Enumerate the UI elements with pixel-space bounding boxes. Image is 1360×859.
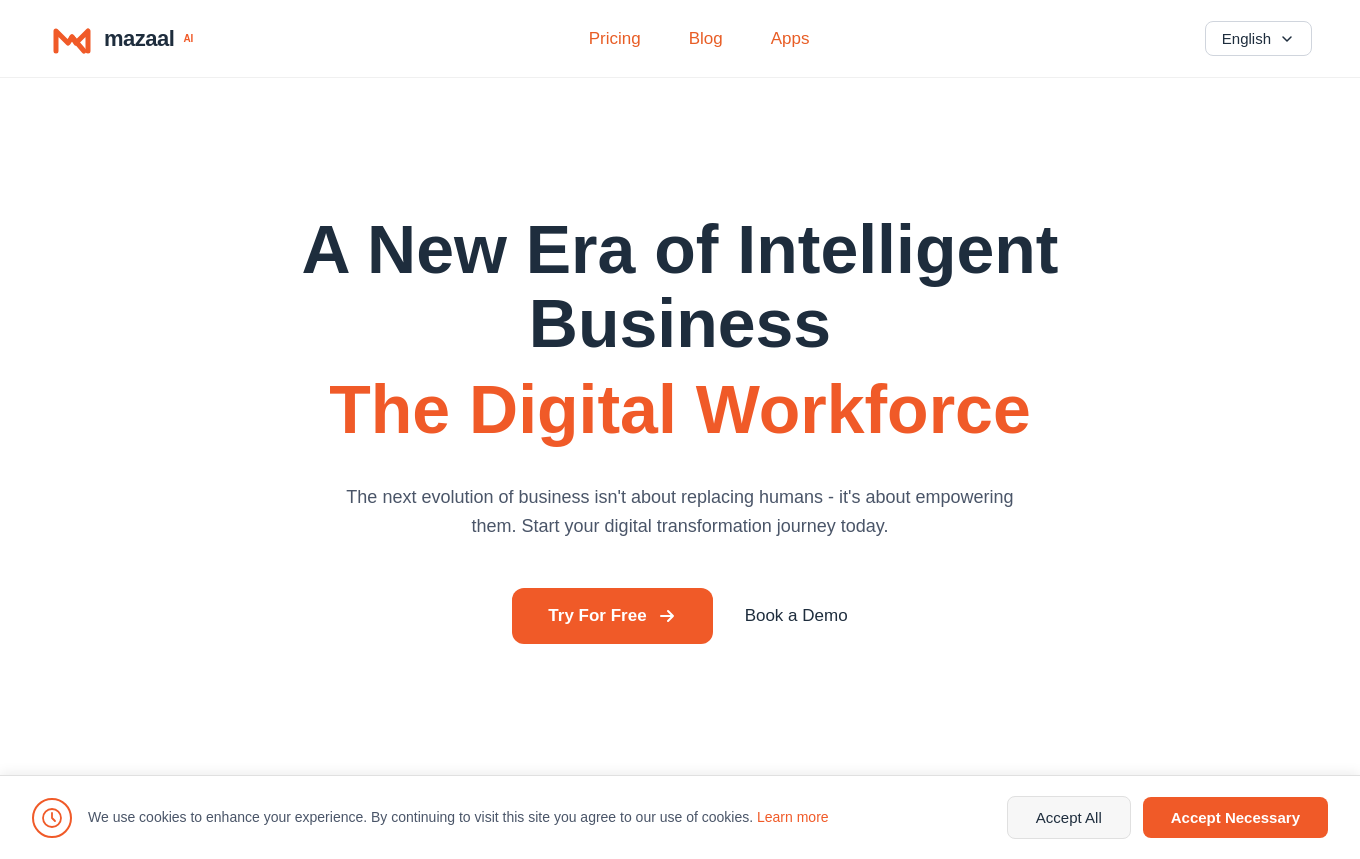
clock-icon <box>41 807 63 829</box>
language-selector[interactable]: English <box>1205 21 1312 56</box>
cookie-actions: Accept All Accept Necessary <box>1007 796 1328 839</box>
try-for-free-button[interactable]: Try For Free <box>512 588 712 644</box>
arrow-right-icon <box>657 606 677 626</box>
nav-pricing[interactable]: Pricing <box>589 29 641 49</box>
cookie-message-text: We use cookies to enhance your experienc… <box>88 809 753 825</box>
cookie-banner: We use cookies to enhance your experienc… <box>0 775 1360 859</box>
brand-name: mazaal <box>104 26 174 52</box>
hero-subtitle: The next evolution of business isn't abo… <box>340 483 1020 541</box>
hero-title-line2: The Digital Workforce <box>329 369 1031 451</box>
accept-necessary-button[interactable]: Accept Necessary <box>1143 797 1328 838</box>
cookie-message: We use cookies to enhance your experienc… <box>88 807 829 828</box>
chevron-down-icon <box>1279 31 1295 47</box>
cookie-learn-more-link[interactable]: Learn more <box>757 809 829 825</box>
hero-title-line1: A New Era of Intelligent Business <box>230 212 1130 362</box>
brand-ai: AI <box>183 33 193 44</box>
nav-blog[interactable]: Blog <box>689 29 723 49</box>
main-nav: Pricing Blog Apps <box>589 29 810 49</box>
language-label: English <box>1222 30 1271 47</box>
cookie-icon <box>32 798 72 838</box>
hero-cta-group: Try For Free Book a Demo <box>512 588 847 644</box>
book-demo-button[interactable]: Book a Demo <box>745 606 848 626</box>
try-for-free-label: Try For Free <box>548 606 646 626</box>
site-header: mazaal AI Pricing Blog Apps English <box>0 0 1360 78</box>
logo[interactable]: mazaal AI <box>48 15 193 63</box>
nav-apps[interactable]: Apps <box>771 29 810 49</box>
hero-section: A New Era of Intelligent Business The Di… <box>0 78 1360 758</box>
cookie-left-area: We use cookies to enhance your experienc… <box>32 798 983 838</box>
learn-more-label: Learn more <box>757 809 829 825</box>
accept-all-button[interactable]: Accept All <box>1007 796 1131 839</box>
